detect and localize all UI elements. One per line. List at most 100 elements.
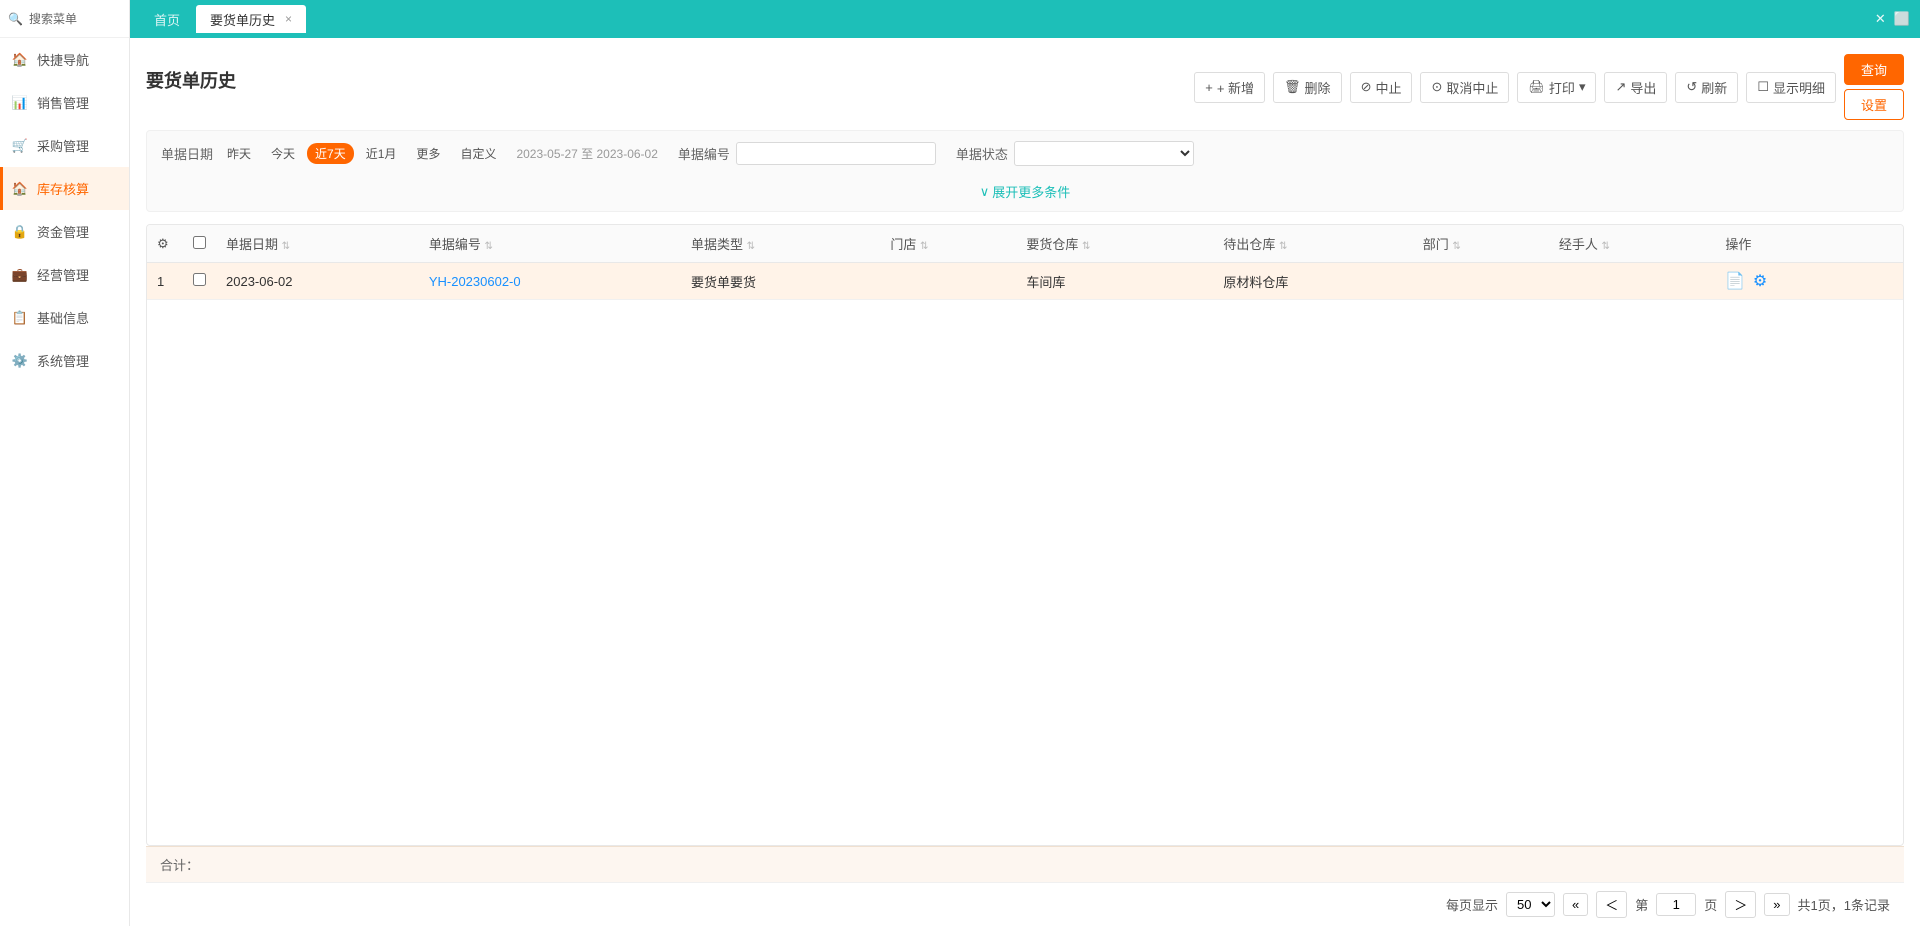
date-filter-label: 单据日期 (161, 144, 213, 163)
sidebar-item-base[interactable]: 📋 基础信息 (0, 296, 129, 339)
delete-button[interactable]: 🗑 删除 (1273, 72, 1342, 103)
col-pending-warehouse[interactable]: 待出仓库 ⇅ (1213, 225, 1412, 263)
settings-button[interactable]: 设置 (1844, 89, 1904, 120)
date-btn-1month[interactable]: 近1月 (358, 143, 405, 164)
col-handler[interactable]: 经手人 ⇅ (1549, 225, 1716, 263)
house-icon: 🏠 (11, 180, 29, 198)
docno-filter-group: 单据编号 (678, 142, 936, 165)
stop-label: 中止 (1375, 78, 1401, 97)
data-table-wrap: ⚙ 单据日期 ⇅ 单据编号 ⇅ 单据类型 (146, 224, 1904, 846)
view-icon[interactable]: 📄 (1725, 273, 1745, 290)
cell-department (1413, 263, 1549, 300)
first-page-button[interactable]: « (1563, 893, 1588, 916)
col-req-warehouse[interactable]: 要货仓库 ⇅ (1016, 225, 1213, 263)
print-button[interactable]: 🖨 打印 ▾ (1517, 72, 1596, 103)
sidebar-item-sales[interactable]: 📊 销售管理 (0, 81, 129, 124)
refresh-label: 刷新 (1701, 78, 1727, 97)
sidebar-item-ops[interactable]: 💼 经营管理 (0, 253, 129, 296)
filter-bar: 单据日期 昨天 今天 近7天 近1月 更多 自定义 2023-05-27 至 2… (146, 130, 1904, 212)
col-checkbox (183, 225, 216, 263)
query-button[interactable]: 查询 (1844, 54, 1904, 85)
display-detail-button[interactable]: ☐ 显示明细 (1746, 72, 1836, 103)
date-btn-today[interactable]: 今天 (263, 143, 303, 164)
prev-page-button[interactable]: ＜ (1596, 891, 1627, 918)
sort-handler-icon: ⇅ (1601, 241, 1609, 252)
date-buttons: 昨天 今天 近7天 近1月 更多 自定义 (219, 143, 504, 164)
new-button[interactable]: + + 新增 (1194, 72, 1265, 103)
cell-checkbox[interactable] (183, 263, 216, 300)
current-page-input[interactable] (1656, 893, 1696, 916)
query-label: 查询 (1861, 60, 1887, 79)
date-filter-group: 单据日期 昨天 今天 近7天 近1月 更多 自定义 2023-05-27 至 2… (161, 143, 658, 164)
date-btn-custom[interactable]: 自定义 (452, 143, 504, 164)
search-menu[interactable]: 🔍 搜索菜单 (0, 0, 129, 38)
display-detail-label: 显示明细 (1773, 78, 1825, 97)
select-all-checkbox[interactable] (193, 236, 206, 249)
print-label: 打印 (1549, 78, 1575, 97)
per-page-label: 每页显示 (1446, 895, 1498, 914)
sidebar-item-inventory[interactable]: 🏠 库存核算 (0, 167, 129, 210)
tab-close-icon[interactable]: × (285, 12, 292, 26)
expand-label: 展开更多条件 (992, 182, 1070, 201)
col-doc-date[interactable]: 单据日期 ⇅ (216, 225, 419, 263)
tab-home-label: 首页 (154, 10, 180, 29)
table-header-row: ⚙ 单据日期 ⇅ 单据编号 ⇅ 单据类型 (147, 225, 1903, 263)
chevron-down-icon: ∨ (980, 184, 990, 200)
page-title: 要货单历史 (146, 67, 236, 93)
cell-operation: 📄 ⚙ (1715, 263, 1903, 300)
sort-req-warehouse-icon: ⇅ (1082, 241, 1090, 252)
tab-home[interactable]: 首页 (140, 5, 194, 33)
sidebar-item-purchase[interactable]: 🛒 采购管理 (0, 124, 129, 167)
col-doc-type[interactable]: 单据类型 ⇅ (681, 225, 880, 263)
status-select[interactable] (1014, 141, 1194, 166)
search-icon: 🔍 (8, 12, 23, 26)
status-filter-group: 单据状态 (956, 141, 1194, 166)
docno-input[interactable] (736, 142, 936, 165)
delete-label: 删除 (1305, 78, 1331, 97)
export-label: 导出 (1630, 78, 1656, 97)
sidebar-item-label: 库存核算 (37, 179, 89, 198)
col-settings[interactable]: ⚙ (147, 225, 183, 263)
col-store[interactable]: 门店 ⇅ (880, 225, 1016, 263)
col-department[interactable]: 部门 ⇅ (1413, 225, 1549, 263)
date-btn-yesterday[interactable]: 昨天 (219, 143, 259, 164)
docno-filter-label: 单据编号 (678, 144, 730, 163)
sidebar-item-quick-nav[interactable]: 🏠 快捷导航 (0, 38, 129, 81)
topbar: 首页 要货单历史 × ✕ ⬜ (130, 0, 1920, 38)
last-page-button[interactable]: » (1764, 893, 1789, 916)
topbar-right: ✕ ⬜ (1875, 11, 1910, 27)
sidebar-item-label: 销售管理 (37, 93, 89, 112)
refresh-button[interactable]: ↺ 刷新 (1675, 72, 1738, 103)
home-icon: 🏠 (11, 51, 29, 69)
topbar-close-icon[interactable]: ✕ (1875, 11, 1886, 27)
content-area: 要货单历史 + + 新增 🗑 删除 ⊘ 中止 ⊙ 取消中止 (130, 38, 1920, 926)
delete-icon: 🗑 (1284, 79, 1301, 95)
cell-req-warehouse: 车间库 (1016, 263, 1213, 300)
sort-store-icon: ⇅ (920, 241, 928, 252)
total-pages-label: 共1页，1条记录 (1798, 895, 1890, 914)
next-page-button[interactable]: ＞ (1725, 891, 1756, 918)
stop-button[interactable]: ⊘ 中止 (1350, 72, 1413, 103)
total-label: 合计： (160, 858, 199, 873)
doc-no-link[interactable]: YH-20230602-0 (429, 274, 521, 289)
col-operation: 操作 (1715, 225, 1903, 263)
col-doc-no[interactable]: 单据编号 ⇅ (419, 225, 681, 263)
sidebar-item-finance[interactable]: 🔒 资金管理 (0, 210, 129, 253)
tab-requisition-history[interactable]: 要货单历史 × (196, 5, 306, 33)
date-btn-more[interactable]: 更多 (408, 143, 448, 164)
edit-icon[interactable]: ⚙ (1753, 273, 1767, 290)
sidebar-item-label: 采购管理 (37, 136, 89, 155)
expand-conditions-button[interactable]: ∨ 展开更多条件 (980, 182, 1071, 201)
sort-department-icon: ⇅ (1452, 241, 1460, 252)
sidebar-item-system[interactable]: ⚙️ 系统管理 (0, 339, 129, 382)
main-area: 首页 要货单历史 × ✕ ⬜ 要货单历史 + + 新增 🗑 删除 (130, 0, 1920, 926)
page-label: 第 (1635, 895, 1648, 914)
export-button[interactable]: ↗ 导出 (1604, 72, 1667, 103)
topbar-maximize-icon[interactable]: ⬜ (1894, 11, 1910, 27)
date-btn-7days[interactable]: 近7天 (307, 143, 354, 164)
cancel-stop-button[interactable]: ⊙ 取消中止 (1420, 72, 1509, 103)
per-page-select[interactable]: 50 (1506, 892, 1555, 917)
sidebar-item-label: 基础信息 (37, 308, 89, 327)
row-checkbox[interactable] (193, 273, 206, 286)
sort-doc-type-icon: ⇅ (747, 241, 755, 252)
